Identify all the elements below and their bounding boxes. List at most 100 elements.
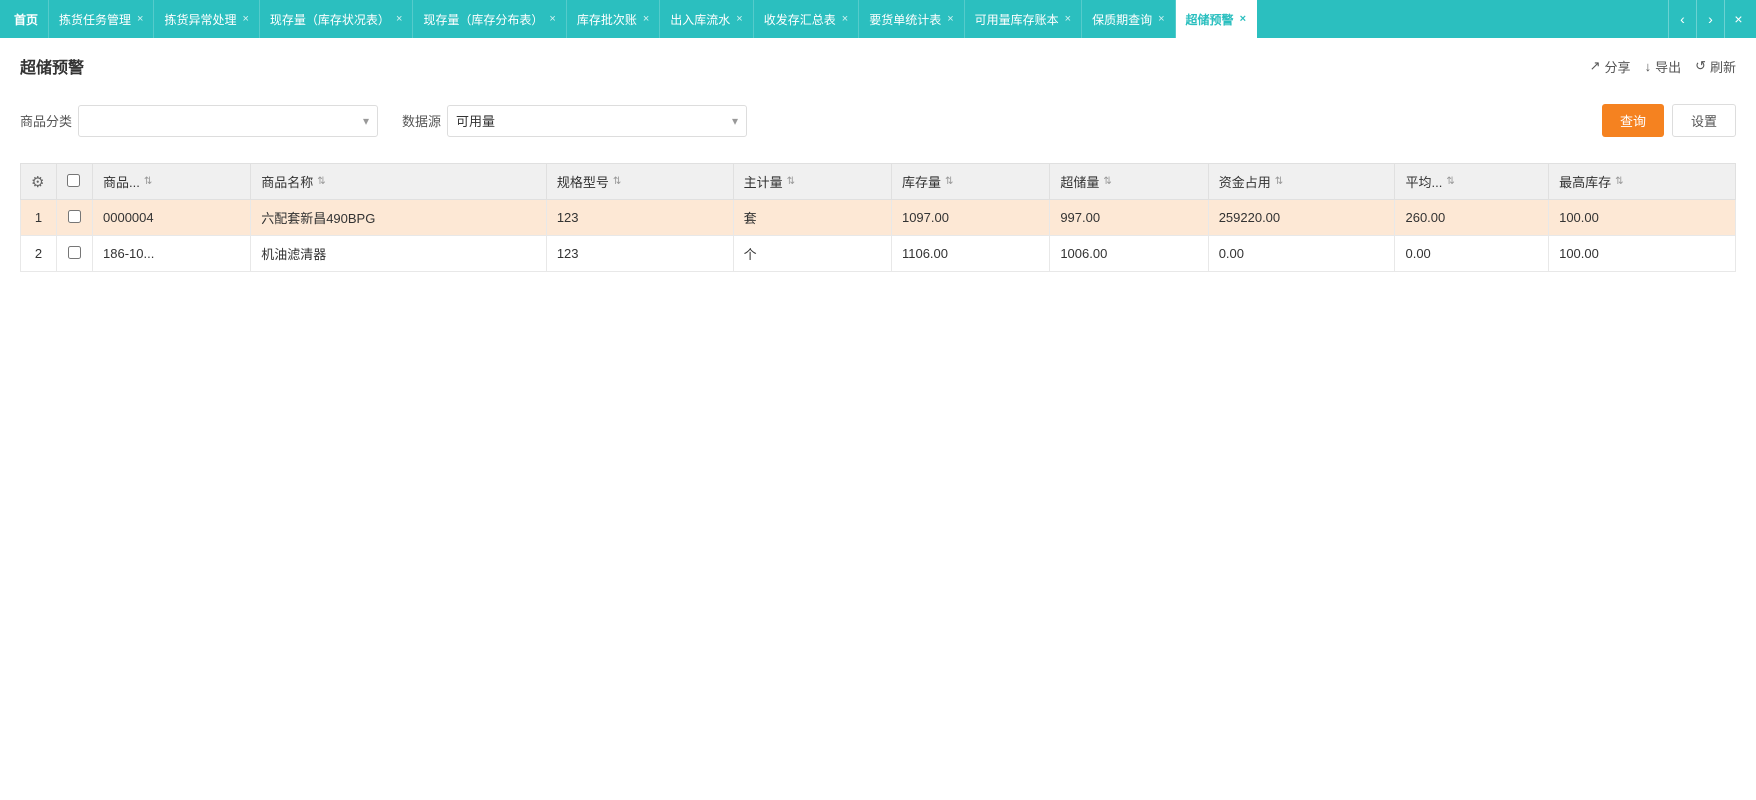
th-capital-occupied-sort[interactable]: 资金占用 ⇅ (1219, 172, 1385, 191)
category-select[interactable]: ▾ (78, 105, 378, 137)
th-unit-label: 主计量 (744, 172, 783, 191)
nav-tab-inv-batch[interactable]: 库存批次账 × (567, 0, 660, 38)
nav-tab-abnormal[interactable]: 拣货异常处理 × (154, 0, 259, 38)
nav-tab-quality-check-label: 保质期查询 (1092, 11, 1152, 28)
share-button[interactable]: ↗ 分享 (1590, 57, 1631, 76)
sort-avg-icon: ⇅ (1446, 176, 1454, 187)
cell-stock-qty-1: 1097.00 (891, 200, 1049, 236)
cell-product-name-1: 六配套新昌490BPG (251, 200, 547, 236)
sort-stock-qty-icon: ⇅ (945, 176, 953, 187)
nav-tab-inout-flow-label: 出入库流水 (670, 11, 730, 28)
nav-tab-inout-flow[interactable]: 出入库流水 × (660, 0, 753, 38)
sort-overstock-qty-icon: ⇅ (1103, 176, 1111, 187)
nav-tab-abnormal-label: 拣货异常处理 (164, 11, 236, 28)
th-checkbox (57, 164, 93, 200)
th-max-stock: 最高库存 ⇅ (1549, 164, 1736, 200)
header-actions: ↗ 分享 ↓ 导出 ↺ 刷新 (1590, 57, 1736, 76)
nav-arrow-left[interactable]: ‹ (1668, 0, 1696, 38)
sort-product-code-icon: ⇅ (144, 176, 152, 187)
category-label: 商品分类 (20, 111, 72, 130)
export-label: 导出 (1655, 57, 1681, 76)
th-max-stock-label: 最高库存 (1559, 172, 1611, 191)
nav-arrow-close[interactable]: × (1724, 0, 1752, 38)
table-row: 2 186-10... 机油滤清器 123 个 1106.00 1006.00 … (21, 236, 1736, 272)
th-overstock-qty-label: 超储量 (1060, 172, 1099, 191)
nav-tab-inv-batch-label: 库存批次账 (577, 11, 637, 28)
cell-overstock-qty-1: 997.00 (1050, 200, 1208, 236)
th-capital-occupied: 资金占用 ⇅ (1208, 164, 1395, 200)
refresh-label: 刷新 (1710, 57, 1736, 76)
datasource-select-value: 可用量 (456, 111, 495, 130)
th-avg: 平均... ⇅ (1395, 164, 1549, 200)
table-row: 1 0000004 六配套新昌490BPG 123 套 1097.00 997.… (21, 200, 1736, 236)
nav-tab-task-mgmt-close[interactable]: × (137, 13, 143, 25)
sort-unit-icon: ⇅ (787, 176, 795, 187)
gear-icon[interactable]: ⚙ (31, 174, 44, 191)
th-product-code-sort[interactable]: 商品... ⇅ (103, 172, 240, 191)
sort-capital-occupied-icon: ⇅ (1275, 176, 1283, 187)
nav-tab-overstock-warning-label: 超储预警 (1186, 11, 1234, 28)
th-stock-qty-sort[interactable]: 库存量 ⇅ (902, 172, 1039, 191)
row-num-2: 2 (21, 236, 57, 272)
nav-tab-quality-check-close[interactable]: × (1158, 13, 1164, 25)
datasource-select[interactable]: 可用量 ▾ (447, 105, 747, 137)
nav-tab-avail-ledger[interactable]: 可用量库存账本 × (965, 0, 1082, 38)
nav-tab-task-mgmt[interactable]: 拣货任务管理 × (49, 0, 154, 38)
th-avg-sort[interactable]: 平均... ⇅ (1405, 172, 1538, 191)
cell-spec-2: 123 (546, 236, 733, 272)
th-settings: ⚙ (21, 164, 57, 200)
filter-datasource: 数据源 可用量 ▾ (402, 105, 747, 137)
th-spec-sort[interactable]: 规格型号 ⇅ (557, 172, 723, 191)
nav-tab-inv-status-label: 现存量（库存状况表） (270, 11, 390, 28)
cell-unit-2: 个 (733, 236, 891, 272)
nav-tab-avail-ledger-close[interactable]: × (1065, 13, 1071, 25)
nav-tab-quality-check[interactable]: 保质期查询 × (1082, 0, 1175, 38)
top-nav: 首页 拣货任务管理 × 拣货异常处理 × 现存量（库存状况表） × 现存量（库存… (0, 0, 1756, 38)
nav-tab-avail-ledger-label: 可用量库存账本 (975, 11, 1059, 28)
export-icon: ↓ (1645, 59, 1652, 74)
nav-tab-inout-flow-close[interactable]: × (736, 13, 742, 25)
nav-tab-overstock-warning[interactable]: 超储预警 × (1176, 0, 1257, 38)
cell-product-code-1: 0000004 (93, 200, 251, 236)
nav-tab-overstock-warning-close[interactable]: × (1240, 13, 1246, 25)
cell-product-name-2: 机油滤清器 (251, 236, 547, 272)
nav-tab-inv-batch-close[interactable]: × (643, 13, 649, 25)
th-unit-sort[interactable]: 主计量 ⇅ (744, 172, 881, 191)
nav-arrow-right[interactable]: › (1696, 0, 1724, 38)
nav-tab-order-stats-close[interactable]: × (947, 13, 953, 25)
nav-tab-inv-dist-close[interactable]: × (549, 13, 555, 25)
filter-bar: 商品分类 ▾ 数据源 可用量 ▾ 查询 设置 (20, 94, 1736, 147)
nav-tab-inv-dist[interactable]: 现存量（库存分布表） × (413, 0, 566, 38)
nav-tab-collect-summary[interactable]: 收发存汇总表 × (754, 0, 859, 38)
nav-tab-collect-summary-close[interactable]: × (842, 13, 848, 25)
row-select-2[interactable] (68, 246, 81, 259)
refresh-button[interactable]: ↺ 刷新 (1695, 57, 1736, 76)
data-table: ⚙ 商品... ⇅ 商品名称 ⇅ (20, 163, 1736, 272)
th-avg-label: 平均... (1405, 172, 1442, 191)
cell-capital-occupied-1: 259220.00 (1208, 200, 1395, 236)
nav-tab-order-stats[interactable]: 要货单统计表 × (859, 0, 964, 38)
nav-tab-home[interactable]: 首页 (4, 0, 49, 38)
page-content: 超储预警 ↗ 分享 ↓ 导出 ↺ 刷新 商品分类 ▾ 数据源 (0, 38, 1756, 800)
refresh-icon: ↺ (1695, 58, 1706, 74)
sort-max-stock-icon: ⇅ (1615, 176, 1623, 187)
category-chevron-icon: ▾ (363, 114, 369, 128)
th-overstock-qty-sort[interactable]: 超储量 ⇅ (1060, 172, 1197, 191)
nav-tab-task-mgmt-label: 拣货任务管理 (59, 11, 131, 28)
th-product-name-sort[interactable]: 商品名称 ⇅ (261, 172, 536, 191)
th-max-stock-sort[interactable]: 最高库存 ⇅ (1559, 172, 1725, 191)
datasource-chevron-icon: ▾ (732, 114, 738, 128)
settings-button[interactable]: 设置 (1672, 104, 1736, 137)
select-all-checkbox[interactable] (67, 174, 80, 187)
nav-tab-inv-status[interactable]: 现存量（库存状况表） × (260, 0, 413, 38)
cell-max-stock-1: 100.00 (1549, 200, 1736, 236)
query-button[interactable]: 查询 (1602, 104, 1664, 137)
filter-actions: 查询 设置 (1602, 104, 1736, 137)
row-select-1[interactable] (68, 210, 81, 223)
cell-unit-1: 套 (733, 200, 891, 236)
cell-avg-2: 0.00 (1395, 236, 1549, 272)
cell-avg-1: 260.00 (1395, 200, 1549, 236)
nav-tab-abnormal-close[interactable]: × (242, 13, 248, 25)
export-button[interactable]: ↓ 导出 (1645, 57, 1682, 76)
nav-tab-inv-status-close[interactable]: × (396, 13, 402, 25)
